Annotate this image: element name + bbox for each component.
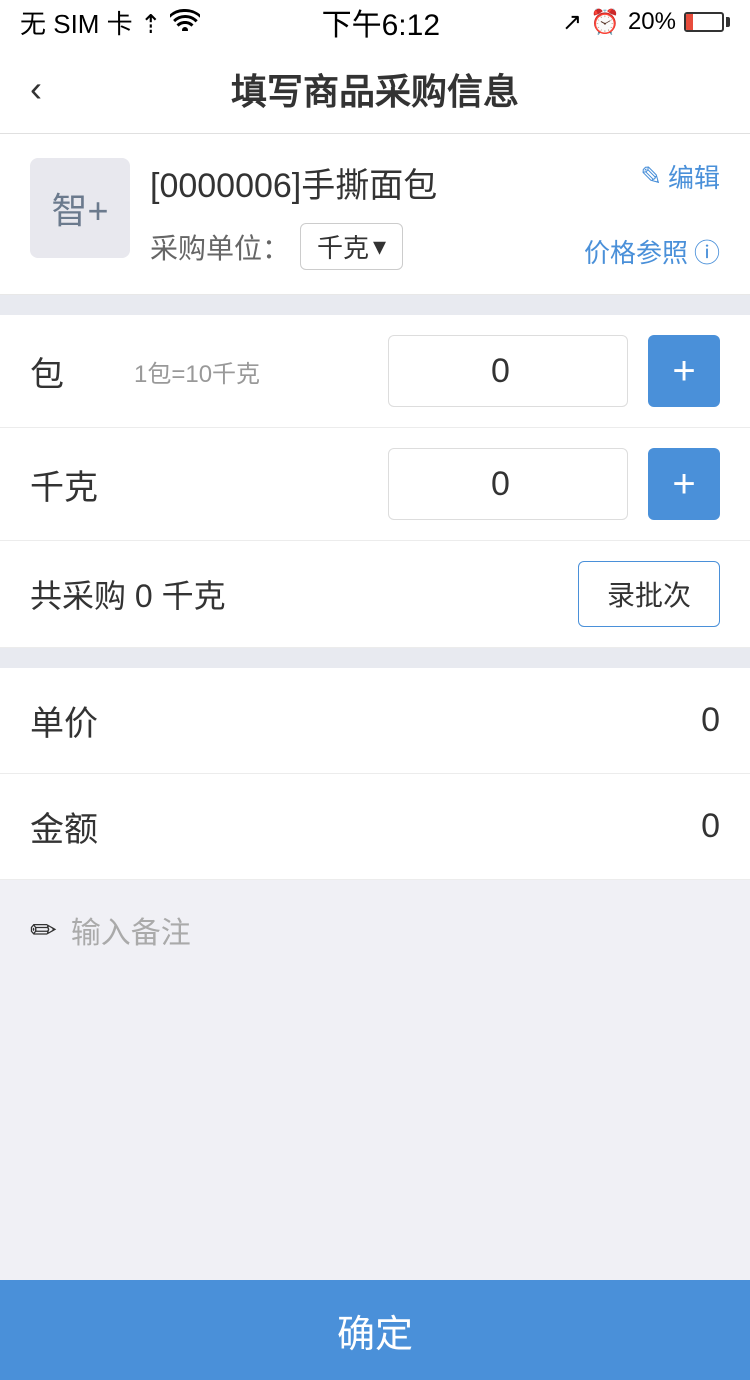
battery-percent: 20% (628, 8, 676, 36)
status-bar: 无 SIM 卡 ⇡ 下午6:12 ↗ ⏰ 20% (0, 0, 750, 44)
unit-label: 采购单位： (150, 227, 290, 267)
edit-icon: ✎ (640, 161, 662, 192)
nav-bar: ‹ 填写商品采购信息 (0, 44, 750, 134)
status-left: 无 SIM 卡 ⇡ (20, 4, 200, 41)
location-icon: ↗ (562, 8, 582, 37)
bag-quantity-input[interactable] (388, 335, 628, 407)
edit-button[interactable]: ✎ 编辑 (640, 158, 720, 195)
amount-value: 0 (701, 807, 720, 846)
bag-increment-button[interactable]: + (648, 335, 720, 407)
section-divider-2 (0, 648, 750, 668)
kg-quantity-row: 千克 + (0, 428, 750, 541)
amount-row: 金额 0 (0, 774, 750, 880)
unit-price-row: 单价 0 (0, 668, 750, 774)
kg-increment-button[interactable]: + (648, 448, 720, 520)
sim-status: 无 SIM 卡 ⇡ (20, 4, 162, 41)
unit-price-label: 单价 (30, 696, 701, 745)
status-time: 下午6:12 (322, 0, 440, 44)
section-divider-1 (0, 295, 750, 315)
batch-button[interactable]: 录批次 (578, 561, 720, 627)
pencil-icon: ✏ (30, 911, 57, 949)
total-unit-label: 千克 (162, 578, 226, 614)
back-button[interactable]: ‹ (30, 68, 42, 110)
dropdown-icon: ▾ (373, 231, 386, 262)
amount-label: 金额 (30, 802, 701, 851)
wifi-icon (170, 7, 200, 38)
total-quantity: 0 (135, 578, 153, 614)
bag-label: 包 (30, 347, 110, 396)
total-text: 共采购 0 千克 (30, 571, 578, 617)
battery-icon (684, 12, 730, 32)
empty-area (0, 980, 750, 1280)
product-card: 智+ [0000006]手撕面包 采购单位： 千克 ▾ ✎ 编辑 价格参照 ⓘ (0, 134, 750, 295)
status-right: ↗ ⏰ 20% (562, 8, 730, 37)
product-name: [0000006]手撕面包 (150, 158, 720, 207)
kg-label: 千克 (30, 460, 110, 509)
bag-quantity-row: 包 1包=10千克 + (0, 315, 750, 428)
note-placeholder: 输入备注 (71, 908, 191, 952)
product-logo: 智+ (51, 182, 108, 234)
product-image: 智+ (30, 158, 130, 258)
note-row[interactable]: ✏ 输入备注 (0, 880, 750, 980)
kg-quantity-input[interactable] (388, 448, 628, 520)
alarm-icon: ⏰ (590, 8, 620, 37)
price-ref-button[interactable]: 价格参照 ⓘ (584, 233, 720, 270)
confirm-button[interactable]: 确定 (0, 1280, 750, 1380)
unit-selector[interactable]: 千克 ▾ (300, 223, 403, 270)
total-row: 共采购 0 千克 录批次 (0, 541, 750, 648)
unit-price-value: 0 (701, 701, 720, 740)
total-prefix-label: 共采购 (30, 578, 126, 614)
page-title: 填写商品采购信息 (231, 63, 519, 115)
bag-sublabel: 1包=10千克 (134, 354, 260, 389)
question-icon: ⓘ (694, 233, 720, 270)
